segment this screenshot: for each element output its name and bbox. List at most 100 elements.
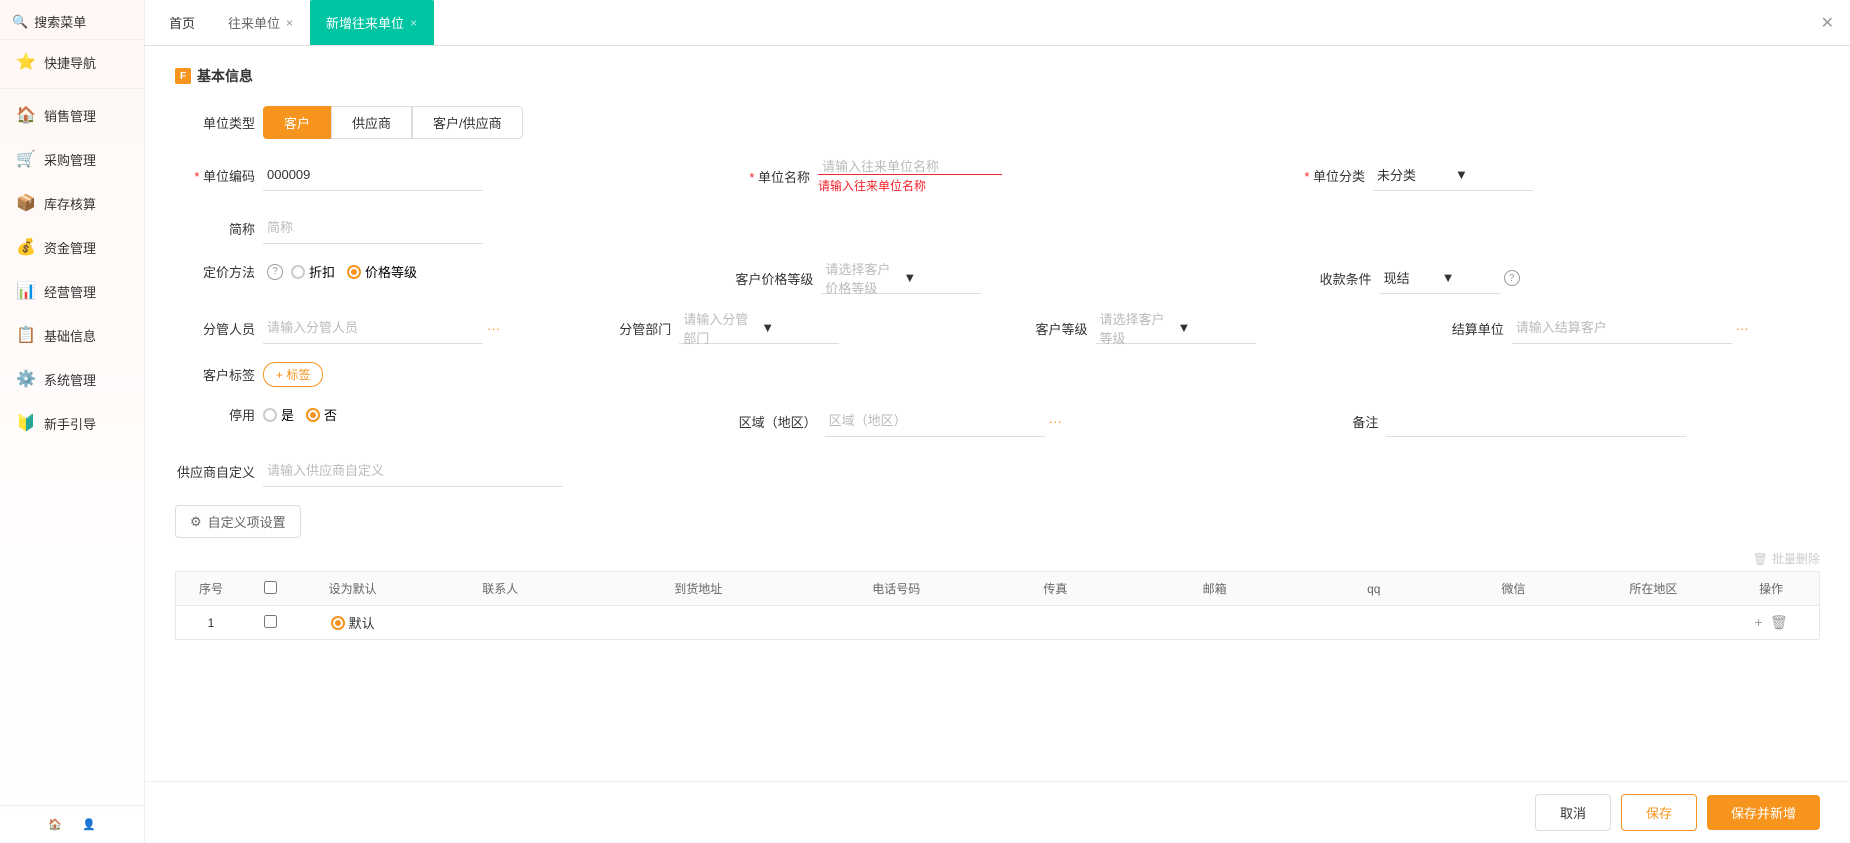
sidebar-home[interactable]: 🏠 (40, 814, 70, 835)
payment-terms-select[interactable]: 现结 ▼ (1380, 262, 1500, 294)
row-email-input[interactable] (1175, 615, 1255, 630)
sidebar-item-sales[interactable]: 🏠 销售管理 (0, 93, 144, 137)
sidebar-item-operations[interactable]: 📊 经营管理 (0, 269, 144, 313)
field-customer-level: 客户等级 请选择客户等级 ▼ (1008, 312, 1404, 344)
sidebar-item-inventory[interactable]: 📦 库存核算 (0, 181, 144, 225)
radio-no-circle (306, 408, 320, 422)
settlement-unit-more-btn[interactable]: ··· (1732, 321, 1753, 336)
table-header-row: 序号 设为默认 联系人 到货地址 电话号码 传真 邮箱 qq 微信 所在地区 操… (176, 572, 1819, 606)
disabled-label: 停用 (175, 405, 255, 424)
unit-code-input[interactable] (263, 159, 483, 191)
short-name-input[interactable] (263, 212, 483, 244)
manager-more-btn[interactable]: ··· (483, 321, 504, 336)
col-region: 所在地区 (1583, 572, 1723, 606)
col-action: 操作 (1723, 572, 1819, 606)
row-fax-input[interactable] (1025, 615, 1085, 630)
row-add-button[interactable]: + (1752, 612, 1764, 632)
customer-level-select[interactable]: 请选择客户等级 ▼ (1096, 312, 1256, 344)
field-manager: 分管人员 ··· (175, 312, 571, 344)
save-button[interactable]: 保存 (1621, 794, 1697, 831)
sidebar-user[interactable]: 👤 (74, 814, 104, 835)
pricing-help-icon[interactable]: ? (267, 264, 283, 280)
sidebar-item-basics[interactable]: 📋 基础信息 (0, 313, 144, 357)
department-select[interactable]: 请输入分管部门 ▼ (679, 312, 839, 344)
tab-contacts-close[interactable]: × (286, 17, 293, 29)
radio-yes[interactable]: 是 (263, 405, 294, 424)
radio-discount-label: 折扣 (309, 262, 335, 281)
batch-delete-row: 🗑 批量删除 (175, 550, 1820, 567)
field-unit-category: 单位分类 未分类 ▼ (1285, 159, 1820, 191)
row-delete-button[interactable]: 🗑 (1768, 612, 1790, 633)
type-btn-customer[interactable]: 客户 (263, 106, 331, 139)
row-qq-input[interactable] (1344, 615, 1404, 630)
save-new-button[interactable]: 保存并新增 (1707, 795, 1820, 830)
customer-price-level-select[interactable]: 请选择客户价格等级 ▼ (821, 262, 981, 294)
sidebar: 🔍 搜索菜单 ⭐ 快捷导航 🏠 销售管理 🛒 采购管理 📦 库存核算 💰 资金管… (0, 0, 145, 843)
tag-add-button[interactable]: + 标签 (263, 362, 323, 387)
form-row-pricing: 定价方法 ? 折扣 价格等级 客户价格等级 (175, 262, 1820, 294)
tab-contacts[interactable]: 往来单位 × (212, 0, 310, 45)
row-phone-input[interactable] (856, 615, 936, 630)
window-close[interactable]: ✕ (1813, 9, 1842, 37)
radio-price-level-circle (347, 265, 361, 279)
field-unit-name: 单位名称 请输入往来单位名称 (730, 159, 1265, 194)
form-row-supplier-custom: 供应商自定义 (175, 455, 1820, 487)
unit-name-error: 请输入往来单位名称 (818, 177, 1002, 194)
supplier-custom-input[interactable] (263, 455, 563, 487)
remark-label: 备注 (1298, 412, 1378, 431)
cancel-button[interactable]: 取消 (1535, 794, 1611, 831)
region-more-btn[interactable]: ··· (1045, 414, 1066, 429)
sidebar-item-system[interactable]: ⚙️ 系统管理 (0, 357, 144, 401)
form-row-1: 单位编码 单位名称 请输入往来单位名称 单位分类 未分类 ▼ (175, 159, 1820, 194)
row-address-input[interactable] (648, 615, 748, 630)
radio-no[interactable]: 否 (306, 405, 337, 424)
type-btn-both[interactable]: 客户/供应商 (412, 106, 523, 139)
unit-category-select[interactable]: 未分类 ▼ (1373, 159, 1533, 191)
unit-category-label: 单位分类 (1285, 166, 1365, 185)
unit-name-input[interactable] (818, 159, 1002, 175)
short-name-label: 简称 (175, 219, 255, 238)
region-input[interactable] (825, 405, 1045, 437)
type-btn-supplier[interactable]: 供应商 (331, 106, 412, 139)
manager-label: 分管人员 (175, 319, 255, 338)
customer-level-chevron: ▼ (1178, 320, 1252, 335)
tab-new-contact[interactable]: 新增往来单位 × (310, 0, 434, 45)
sidebar-item-guide[interactable]: 🔰 新手引导 (0, 401, 144, 445)
form-row-manager: 分管人员 ··· 分管部门 请输入分管部门 ▼ 客户等级 请选择客户等级 ▼ 结… (175, 312, 1820, 344)
row-default-radio[interactable]: 默认 (300, 613, 405, 632)
payment-terms-help-icon[interactable]: ? (1504, 270, 1520, 286)
row-checkbox-input[interactable] (264, 615, 277, 628)
operations-icon: 📊 (16, 281, 36, 301)
table-row: 1 默认 (176, 606, 1819, 640)
row-checkbox (246, 606, 295, 640)
row-wechat-input[interactable] (1484, 615, 1544, 630)
row-default: 默认 (294, 606, 411, 640)
tab-home[interactable]: 首页 (153, 0, 212, 45)
row-region-input[interactable] (1623, 615, 1683, 630)
inventory-label: 库存核算 (44, 194, 96, 213)
pricing-radio-group: 折扣 价格等级 (291, 262, 417, 281)
tab-new-contact-close[interactable]: × (410, 17, 417, 29)
section-title: F 基本信息 (175, 66, 1820, 86)
settlement-unit-input[interactable] (1512, 312, 1732, 344)
radio-discount-circle (291, 265, 305, 279)
row-contact-input[interactable] (460, 615, 540, 630)
sidebar-search[interactable]: 🔍 搜索菜单 (0, 0, 144, 40)
manager-input[interactable] (263, 312, 483, 344)
col-contact: 联系人 (411, 572, 590, 606)
sidebar-item-quicknav[interactable]: ⭐ 快捷导航 (0, 40, 144, 84)
row-wechat (1444, 606, 1584, 640)
customize-settings-button[interactable]: ⚙ 自定义项设置 (175, 505, 301, 538)
customer-price-level-chevron: ▼ (903, 270, 977, 285)
radio-price-level[interactable]: 价格等级 (347, 262, 417, 281)
supplier-custom-label: 供应商自定义 (175, 462, 255, 481)
sidebar-item-finance[interactable]: 💰 资金管理 (0, 225, 144, 269)
row-default-label: 默认 (349, 613, 375, 632)
batch-delete-label: 批量删除 (1772, 550, 1820, 567)
sidebar-item-purchase[interactable]: 🛒 采购管理 (0, 137, 144, 181)
remark-input[interactable] (1386, 405, 1686, 437)
payment-terms-value: 现结 (1384, 268, 1438, 287)
unit-name-label: 单位名称 (730, 167, 810, 186)
select-all-checkbox[interactable] (264, 581, 277, 594)
radio-discount[interactable]: 折扣 (291, 262, 335, 281)
